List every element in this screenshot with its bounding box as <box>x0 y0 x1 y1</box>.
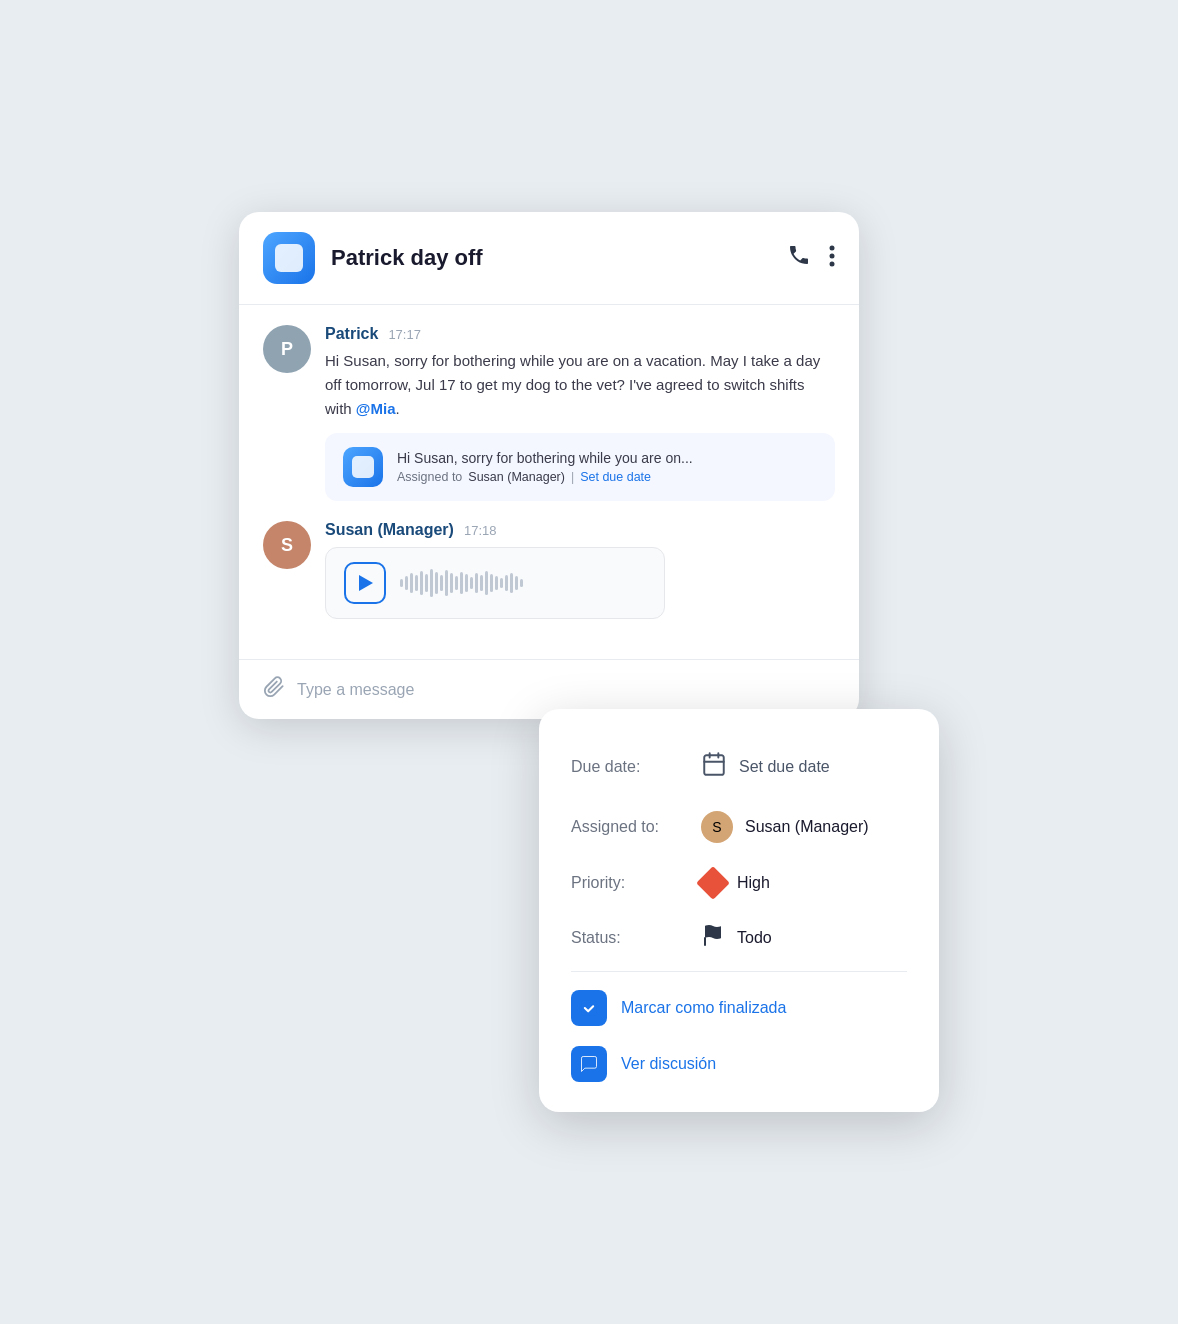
svg-rect-3 <box>704 755 724 775</box>
audio-message[interactable] <box>325 547 665 619</box>
popup-card: Due date: Set due date Assigned to: S Su… <box>539 709 939 1112</box>
play-button[interactable] <box>344 562 386 604</box>
app-icon <box>263 232 315 284</box>
svg-rect-5 <box>582 1001 597 1016</box>
sender-name-patrick: Patrick <box>325 325 378 343</box>
svg-point-0 <box>830 245 835 250</box>
task-card[interactable]: Hi Susan, sorry for bothering while you … <box>325 433 835 501</box>
discussion-icon-box <box>571 1046 607 1082</box>
avatar-susan: S <box>263 521 311 569</box>
message-row: P Patrick 17:17 Hi Susan, sorry for both… <box>263 325 835 501</box>
chat-header: Patrick day off <box>239 212 859 305</box>
priority-value: High <box>737 874 770 892</box>
task-card-text: Hi Susan, sorry for bothering while you … <box>397 450 817 466</box>
svg-point-1 <box>830 253 835 258</box>
task-card-icon <box>343 447 383 487</box>
assigned-value: Susan (Manager) <box>745 818 869 836</box>
message-row-susan: S Susan (Manager) 17:18 <box>263 521 835 619</box>
avatar-patrick: P <box>263 325 311 373</box>
popup-action-finalize[interactable]: Marcar como finalizada <box>571 976 907 1032</box>
header-actions <box>787 243 835 273</box>
popup-assigned-row[interactable]: Assigned to: S Susan (Manager) <box>571 797 907 857</box>
status-label: Status: <box>571 929 701 947</box>
status-value-wrapper: Todo <box>701 923 772 953</box>
message-meta: Patrick 17:17 <box>325 325 835 343</box>
message-input-placeholder[interactable]: Type a message <box>297 681 414 699</box>
calendar-icon <box>701 751 727 783</box>
attachment-icon[interactable] <box>263 676 285 703</box>
finalize-icon-box <box>571 990 607 1026</box>
priority-label: Priority: <box>571 874 701 892</box>
phone-icon[interactable] <box>787 243 811 273</box>
popup-due-date-row[interactable]: Due date: Set due date <box>571 737 907 797</box>
priority-value-wrapper: High <box>701 871 770 895</box>
flag-icon <box>701 923 725 953</box>
popup-action-discussion[interactable]: Ver discusión <box>571 1032 907 1088</box>
popup-status-row[interactable]: Status: Todo <box>571 909 907 967</box>
message-text-patrick: Hi Susan, sorry for bothering while you … <box>325 349 835 421</box>
message-time-patrick: 17:17 <box>388 327 421 342</box>
assigned-label: Assigned to: <box>571 818 701 836</box>
chat-title: Patrick day off <box>331 245 771 271</box>
task-card-info: Hi Susan, sorry for bothering while you … <box>397 450 817 484</box>
play-triangle-icon <box>359 575 373 591</box>
message-time-susan: 17:18 <box>464 523 497 538</box>
sender-name-susan: Susan (Manager) <box>325 521 454 539</box>
more-menu-icon[interactable] <box>829 244 835 273</box>
popup-priority-row[interactable]: Priority: High <box>571 857 907 909</box>
messages-area: P Patrick 17:17 Hi Susan, sorry for both… <box>239 305 859 659</box>
popup-divider <box>571 971 907 972</box>
assigned-avatar: S <box>701 811 733 843</box>
status-value: Todo <box>737 929 772 947</box>
due-date-value-wrapper: Set due date <box>701 751 830 783</box>
svg-point-2 <box>830 261 835 266</box>
discussion-label[interactable]: Ver discusión <box>621 1055 716 1073</box>
chat-card: Patrick day off <box>239 212 859 719</box>
task-card-meta: Assigned to Susan (Manager) | Set due da… <box>397 470 817 484</box>
due-date-label: Due date: <box>571 758 701 776</box>
app-icon-inner <box>275 244 303 272</box>
waveform <box>400 568 523 598</box>
set-due-date-text[interactable]: Set due date <box>739 758 830 776</box>
task-card-icon-inner <box>352 456 374 478</box>
message-content-patrick: Patrick 17:17 Hi Susan, sorry for bother… <box>325 325 835 501</box>
message-meta-susan: Susan (Manager) 17:18 <box>325 521 835 539</box>
finalize-label[interactable]: Marcar como finalizada <box>621 999 786 1017</box>
mention-mia[interactable]: @Mia <box>356 400 396 417</box>
assigned-value-wrapper: S Susan (Manager) <box>701 811 869 843</box>
priority-diamond-icon <box>696 866 730 900</box>
message-content-susan: Susan (Manager) 17:18 <box>325 521 835 619</box>
